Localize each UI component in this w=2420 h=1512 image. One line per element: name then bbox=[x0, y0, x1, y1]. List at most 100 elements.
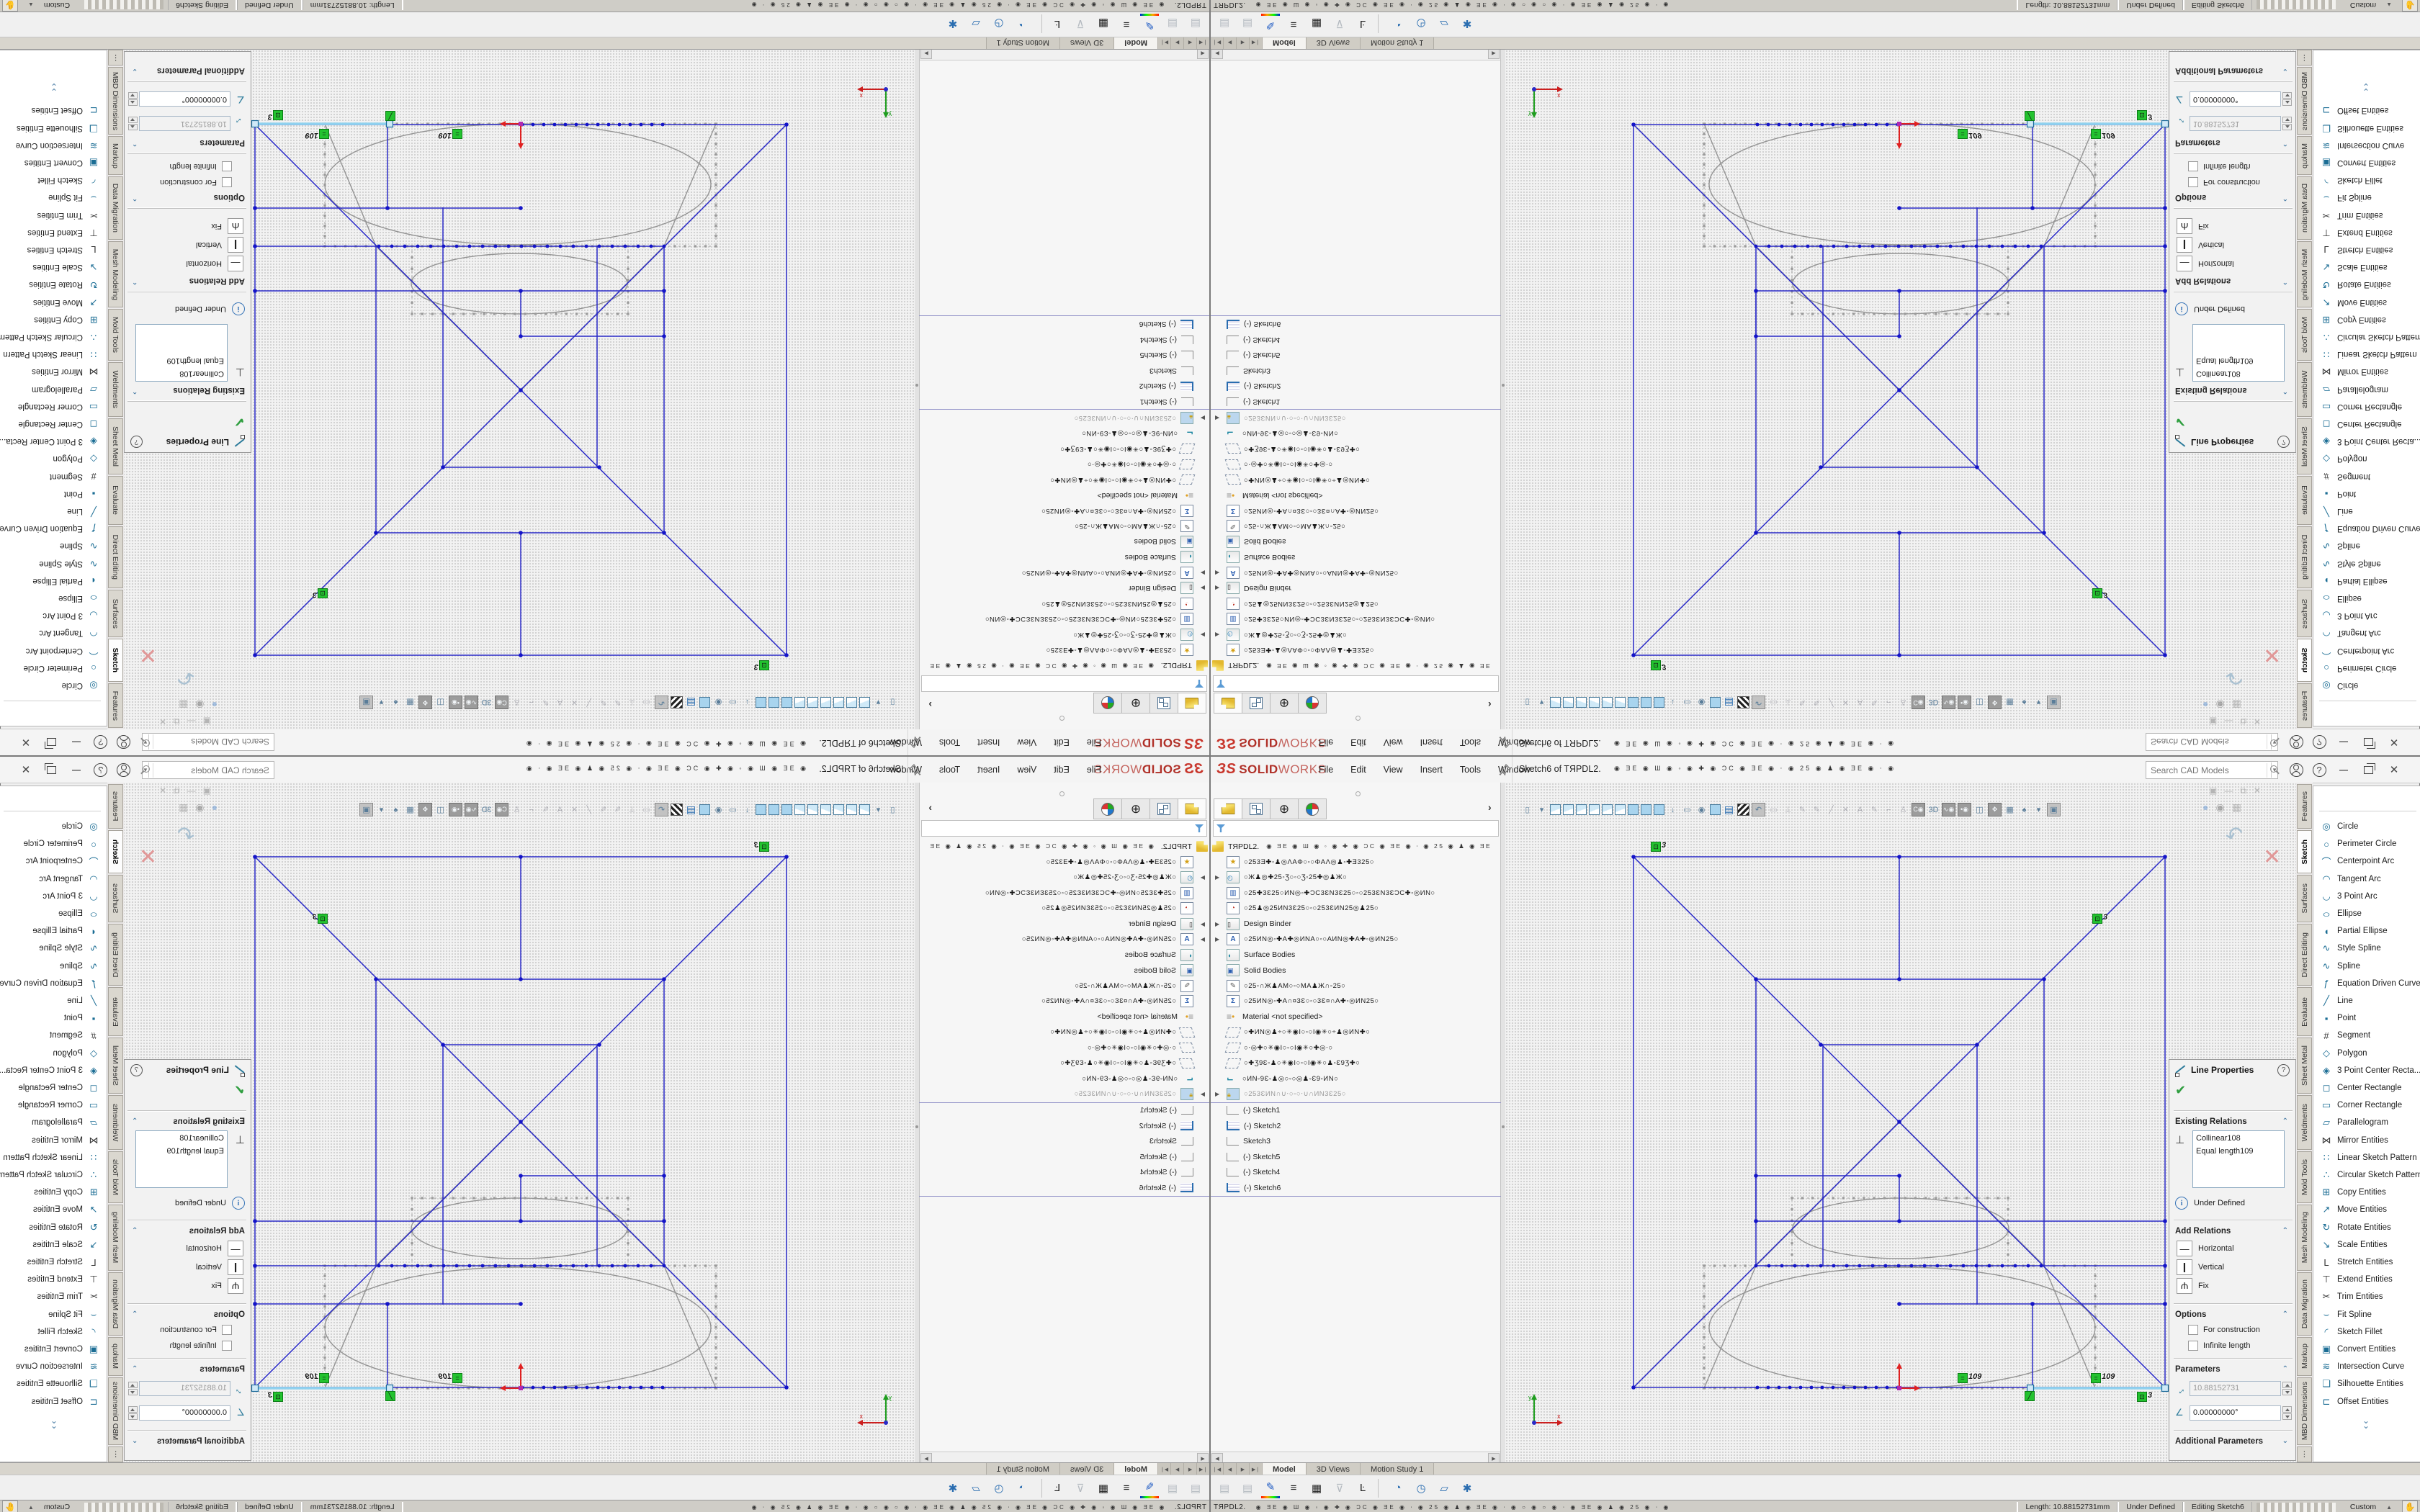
tree-item[interactable]: ◔○25♟◎25ИN3Ɛ25○◦○253ƐИN25◎♟25○ bbox=[1211, 901, 1501, 917]
feature-manager-tab[interactable] bbox=[1214, 798, 1242, 819]
tab-scroll-button[interactable]: ❘◀ bbox=[1211, 1463, 1224, 1475]
pin-icon[interactable] bbox=[908, 763, 921, 776]
tool-item-silhouette-entities[interactable]: ❏Silhouette Entities bbox=[0, 1375, 107, 1392]
tool-item-circular-sketch-pattern[interactable]: ∴Circular Sketch Pattern bbox=[0, 1166, 107, 1184]
tool-item-silhouette-entities[interactable]: ❏Silhouette Entities bbox=[0, 120, 107, 137]
tool-item-style-spline[interactable]: ∿Style Spline bbox=[0, 940, 107, 957]
property-manager-tab[interactable] bbox=[1242, 798, 1270, 819]
tool-item-extend-entities[interactable]: ⊤Extend Entities bbox=[2313, 1271, 2420, 1288]
tool-item-mirror-entities[interactable]: ⋈Mirror Entities bbox=[0, 363, 107, 380]
feature-manager-tab[interactable] bbox=[1178, 798, 1206, 819]
tree-item-sketch3[interactable]: Sketch3 bbox=[919, 1134, 1209, 1150]
display-manager-tab[interactable] bbox=[1093, 693, 1122, 714]
close-button[interactable]: ✕ bbox=[18, 734, 34, 750]
menu-edit[interactable]: Edit bbox=[1343, 762, 1373, 778]
tool-item-corner-rectangle[interactable]: ▭Corner Rectangle bbox=[2313, 398, 2420, 415]
status-custom[interactable]: Custom bbox=[2350, 1503, 2376, 1511]
filter-icon[interactable]: ⊽ bbox=[1330, 1479, 1349, 1498]
tool-item-rotate-entities[interactable]: ↻Rotate Entities bbox=[2313, 276, 2420, 293]
tree-item[interactable]: ○⋅◎✚○✳◉I○◦○I◉✳○✚◎⋅○ bbox=[919, 456, 1209, 472]
tree-item[interactable]: ○✚Ʒ9Ɛ◦♟○✳◉I○◦○I◉✳○♟◦Ɛ9Ʒ✚○ bbox=[1211, 441, 1501, 457]
pin-icon[interactable] bbox=[908, 736, 921, 749]
tool-item-partial-ellipse[interactable]: ◖Partial Ellipse bbox=[0, 572, 107, 590]
tree-item[interactable]: ▶🔒︎○253ƐИN∩∪⋅○◦○⋅∪∩ИN3Ɛ25○ bbox=[919, 410, 1209, 426]
tab-scroll-button[interactable]: ▶❘ bbox=[1157, 1463, 1170, 1475]
tree-item[interactable]: ▥○25✚3Ɛ25○ИN◎◦✚ƆC3ƐN3Ɛ25○◦○253ƐN3ƐƆC✚◦◎И… bbox=[919, 886, 1209, 901]
tool-item-line[interactable]: ╱Line bbox=[0, 992, 107, 1009]
list-icon[interactable]: ≡ bbox=[1284, 1479, 1303, 1498]
tool-item-circle[interactable]: ◎Circle bbox=[0, 818, 107, 835]
grid-icon[interactable]: ▦ bbox=[1094, 1479, 1113, 1498]
command-tab-meshmodeling[interactable]: Mesh Modeling bbox=[2297, 1205, 2312, 1271]
command-tab-[interactable]: ⋮ bbox=[108, 50, 123, 66]
tab-scroll-button[interactable]: ❘◀ bbox=[1196, 37, 1209, 49]
command-tab-surfaces[interactable]: Surfaces bbox=[2297, 875, 2312, 922]
relation-tag[interactable]: ⊡3 bbox=[1651, 660, 1666, 670]
command-tab-markup[interactable]: Markup bbox=[108, 136, 123, 175]
relation-tag[interactable]: =109 bbox=[305, 129, 329, 139]
add-relations-header[interactable]: Add Relations bbox=[189, 1227, 245, 1236]
appearance-brush-icon[interactable]: ✎ bbox=[1140, 14, 1159, 35]
tool-item-partial-ellipse[interactable]: ◖Partial Ellipse bbox=[2313, 572, 2420, 590]
status-glove-icon[interactable]: ✋ bbox=[2402, 0, 2418, 12]
tab-scroll-button[interactable]: ◀ bbox=[1183, 37, 1196, 49]
checkbox-for-construction[interactable]: For construction bbox=[2188, 177, 2260, 187]
tree-filter-box[interactable] bbox=[1213, 675, 1499, 692]
relation-tag[interactable]: ╱ bbox=[385, 111, 395, 121]
recalc-icon[interactable]: ◔ bbox=[1013, 1479, 1031, 1498]
panel-help-icon[interactable]: ? bbox=[2277, 436, 2290, 449]
tool-item-perimeter-circle[interactable]: ○Perimeter Circle bbox=[2313, 660, 2420, 677]
tool-item-copy-entities[interactable]: ⊞Copy Entities bbox=[2313, 1184, 2420, 1201]
checkbox-for-construction[interactable]: For construction bbox=[160, 1325, 232, 1335]
length-field[interactable]: 10.88152731 bbox=[2190, 117, 2281, 132]
ok-check-icon[interactable]: ✔ bbox=[2175, 414, 2186, 429]
expander-icon[interactable]: ▶ bbox=[1215, 415, 1219, 421]
command-tab-weldments[interactable]: Weldments bbox=[108, 1095, 123, 1150]
command-tab-meshmodeling[interactable]: Mesh Modeling bbox=[108, 241, 123, 307]
tool-item-mirror-entities[interactable]: ⋈Mirror Entities bbox=[2313, 363, 2420, 380]
tool-item-stretch-entities[interactable]: LStretch Entities bbox=[0, 241, 107, 258]
relation-entry[interactable]: Collinear108 bbox=[2196, 366, 2281, 379]
tool-item-tangent-arc[interactable]: ◠Tangent Arc bbox=[0, 624, 107, 642]
tool-item-silhouette-entities[interactable]: ❏Silhouette Entities bbox=[2313, 120, 2420, 137]
tool-item-linear-sketch-pattern[interactable]: ∷Linear Sketch Pattern bbox=[2313, 1149, 2420, 1166]
command-tab-datamigration[interactable]: Data Migration bbox=[2297, 1272, 2312, 1336]
configuration-manager-tab[interactable]: ⊕ bbox=[1121, 693, 1150, 714]
search-box[interactable]: ▼ bbox=[142, 761, 274, 779]
search-box[interactable]: ▼ bbox=[142, 733, 274, 751]
relation-entry[interactable]: Collinear108 bbox=[2196, 1133, 2281, 1146]
tree-item[interactable]: Σ○25ИN◎◦✚A∩¤3Ɛ○◦○3Ɛ¤∩A✚◦◎ИN25○ bbox=[1211, 994, 1501, 1009]
tool-item-move-entities[interactable]: ↗Move Entities bbox=[0, 294, 107, 311]
tree-item[interactable]: ≡•Material <not specified> bbox=[919, 1009, 1209, 1025]
expander-icon[interactable]: ▶ bbox=[1201, 415, 1205, 421]
options-header[interactable]: Options bbox=[214, 193, 245, 202]
checkbox-box[interactable] bbox=[222, 1325, 232, 1335]
relations-listbox[interactable]: Collinear108Equal length109 bbox=[135, 1130, 228, 1188]
restore-button[interactable] bbox=[44, 762, 60, 778]
scroll-right-icon[interactable]: ▶ bbox=[1488, 48, 1500, 59]
relation-tag[interactable]: ╱ bbox=[2025, 111, 2035, 121]
add-relations-header[interactable]: Add Relations bbox=[2175, 1227, 2231, 1236]
tree-item-sketch3[interactable]: Sketch3 bbox=[1211, 1134, 1501, 1150]
tool-item-circle[interactable]: ◎Circle bbox=[2313, 818, 2420, 835]
display-manager-tab[interactable] bbox=[1298, 693, 1327, 714]
tool-item-three-point-arc[interactable]: ◡3 Point Arc bbox=[2313, 888, 2420, 905]
tree-item[interactable]: ⌙○ИN◦9Ɛ◦♟◎○◦○◎♟◦Ɛ9◦ИN○ bbox=[919, 426, 1209, 441]
tool-item-parallelogram[interactable]: ▱Parallelogram bbox=[2313, 1114, 2420, 1131]
tree-item[interactable]: ○✚Ʒ9Ɛ◦♟○✳◉I○◦○I◉✳○♟◦Ɛ9Ʒ✚○ bbox=[919, 1056, 1209, 1071]
command-tab-sheetmetal[interactable]: Sheet Metal bbox=[108, 1038, 123, 1094]
tree-item-sketch3[interactable]: Sketch3 bbox=[1211, 363, 1501, 379]
relation-button-vertical[interactable]: ❙Vertical bbox=[2177, 236, 2285, 253]
more-tools-chevron-icon[interactable]: ⌄⌄ bbox=[2362, 1418, 2370, 1428]
folder-check-icon[interactable]: ▱ bbox=[967, 1479, 985, 1498]
tool-item-style-spline[interactable]: ∿Style Spline bbox=[2313, 940, 2420, 957]
tree-item[interactable]: ≡•Material <not specified> bbox=[1211, 487, 1501, 503]
command-tab-directediting[interactable]: Direct Editing bbox=[108, 924, 123, 986]
additional-parameters-header[interactable]: Additional Parameters bbox=[157, 1437, 245, 1446]
relation-tag[interactable]: ⊡3 bbox=[754, 660, 769, 670]
tree-item[interactable]: ▶▯Design Binder bbox=[919, 917, 1209, 932]
tree-item-sketch1[interactable]: (-) Sketch1 bbox=[919, 394, 1209, 410]
tool-item-copy-entities[interactable]: ⊞Copy Entities bbox=[0, 1184, 107, 1201]
additional-parameters-header[interactable]: Additional Parameters bbox=[2175, 66, 2263, 75]
angle-field[interactable]: 0.00000000° bbox=[2190, 1405, 2281, 1421]
